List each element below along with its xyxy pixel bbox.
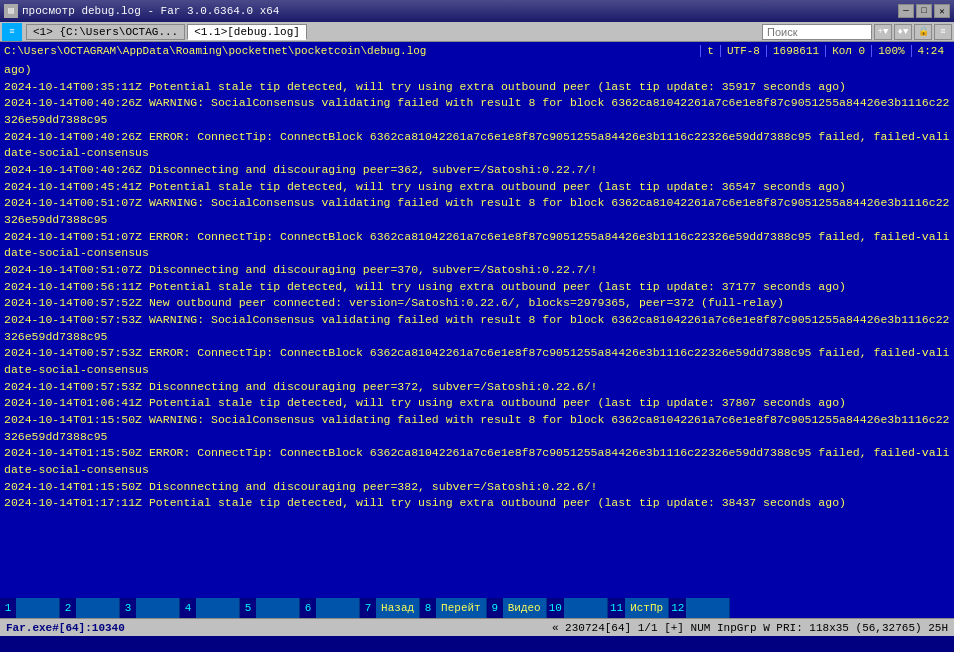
tab-area: <1> {C:\Users\OCTAG... <1.1>[debug.log] [26,24,762,40]
funckey-12[interactable]: 12 [669,598,730,618]
fk-label-4 [196,598,240,618]
fk-label-9: Видео [503,598,547,618]
search-area: +▼ ♦▼ 🔒 ≡ [762,24,952,40]
time: 4:24 [911,45,950,57]
fk-num-9: 9 [487,598,503,618]
status-process: Far.exe#[64]:10340 [6,622,125,634]
funckey-6[interactable]: 6 [300,598,360,618]
fk-label-7: Назад [376,598,420,618]
settings-button[interactable]: ♦▼ [894,24,912,40]
fk-label-1 [16,598,60,618]
window-title: просмотр debug.log - Far 3.0.6364.0 x64 [22,5,279,17]
fk-num-8: 8 [420,598,436,618]
menu-bar: ≡ <1> {C:\Users\OCTAG... <1.1>[debug.log… [0,22,954,42]
fk-label-6 [316,598,360,618]
status-info: « 230724[64] 1/1 [+] NUM InpGrp W PRI: 1… [552,622,948,634]
fk-label-12 [686,598,730,618]
funckey-8[interactable]: 8 Перейт [420,598,487,618]
app-menu-icon[interactable]: ≡ [2,23,22,41]
fk-label-3 [136,598,180,618]
lock-button[interactable]: 🔒 [914,24,932,40]
fk-num-6: 6 [300,598,316,618]
status-bar: Far.exe#[64]:10340 « 230724[64] 1/1 [+] … [0,618,954,636]
add-button[interactable]: +▼ [874,24,892,40]
fk-num-2: 2 [60,598,76,618]
fk-label-2 [76,598,120,618]
file-type: t [700,45,720,57]
title-bar-left: ▤ просмотр debug.log - Far 3.0.6364.0 x6… [4,4,279,18]
fk-label-10 [564,598,608,618]
fk-num-7: 7 [360,598,376,618]
window-controls[interactable]: — □ ✕ [898,4,950,18]
fk-label-5 [256,598,300,618]
fk-num-11: 11 [608,598,625,618]
funckey-bar: 1 2 3 4 5 6 7 Назад 8 Перейт 9 Видео 1 [0,598,954,618]
fk-num-10: 10 [547,598,564,618]
log-content: ago) 2024-10-14T00:35:11Z Potential stal… [0,60,954,598]
minimize-button[interactable]: — [898,4,914,18]
col-indicator: Кол 0 [825,45,871,57]
filepath: C:\Users\OCTAGRAM\AppData\Roaming\pocket… [4,45,426,57]
filepath-bar: C:\Users\OCTAGRAM\AppData\Roaming\pocket… [0,42,954,60]
tab-2[interactable]: <1.1>[debug.log] [187,24,307,40]
filepath-info: t UTF-8 1698611 Кол 0 100% 4:24 [700,45,950,57]
funckey-3[interactable]: 3 [120,598,180,618]
funckey-10[interactable]: 10 [547,598,608,618]
fk-num-3: 3 [120,598,136,618]
zoom: 100% [871,45,910,57]
funckey-5[interactable]: 5 [240,598,300,618]
fk-label-8: Перейт [436,598,487,618]
toolbar-buttons: +▼ ♦▼ 🔒 ≡ [874,24,952,40]
title-bar: ▤ просмотр debug.log - Far 3.0.6364.0 x6… [0,0,954,22]
fk-label-11: ИстПр [625,598,669,618]
fk-num-4: 4 [180,598,196,618]
charset: UTF-8 [720,45,766,57]
fk-num-1: 1 [0,598,16,618]
fk-num-5: 5 [240,598,256,618]
maximize-button[interactable]: □ [916,4,932,18]
close-button[interactable]: ✕ [934,4,950,18]
tab-1[interactable]: <1> {C:\Users\OCTAG... [26,24,185,40]
search-input[interactable] [762,24,872,40]
funckey-7[interactable]: 7 Назад [360,598,420,618]
funckey-11[interactable]: 11 ИстПр [608,598,669,618]
menu-button[interactable]: ≡ [934,24,952,40]
funckey-1[interactable]: 1 [0,598,60,618]
app-icon: ▤ [4,4,18,18]
fk-num-12: 12 [669,598,686,618]
funckey-9[interactable]: 9 Видео [487,598,547,618]
funckey-4[interactable]: 4 [180,598,240,618]
funckey-2[interactable]: 2 [60,598,120,618]
filesize: 1698611 [766,45,825,57]
